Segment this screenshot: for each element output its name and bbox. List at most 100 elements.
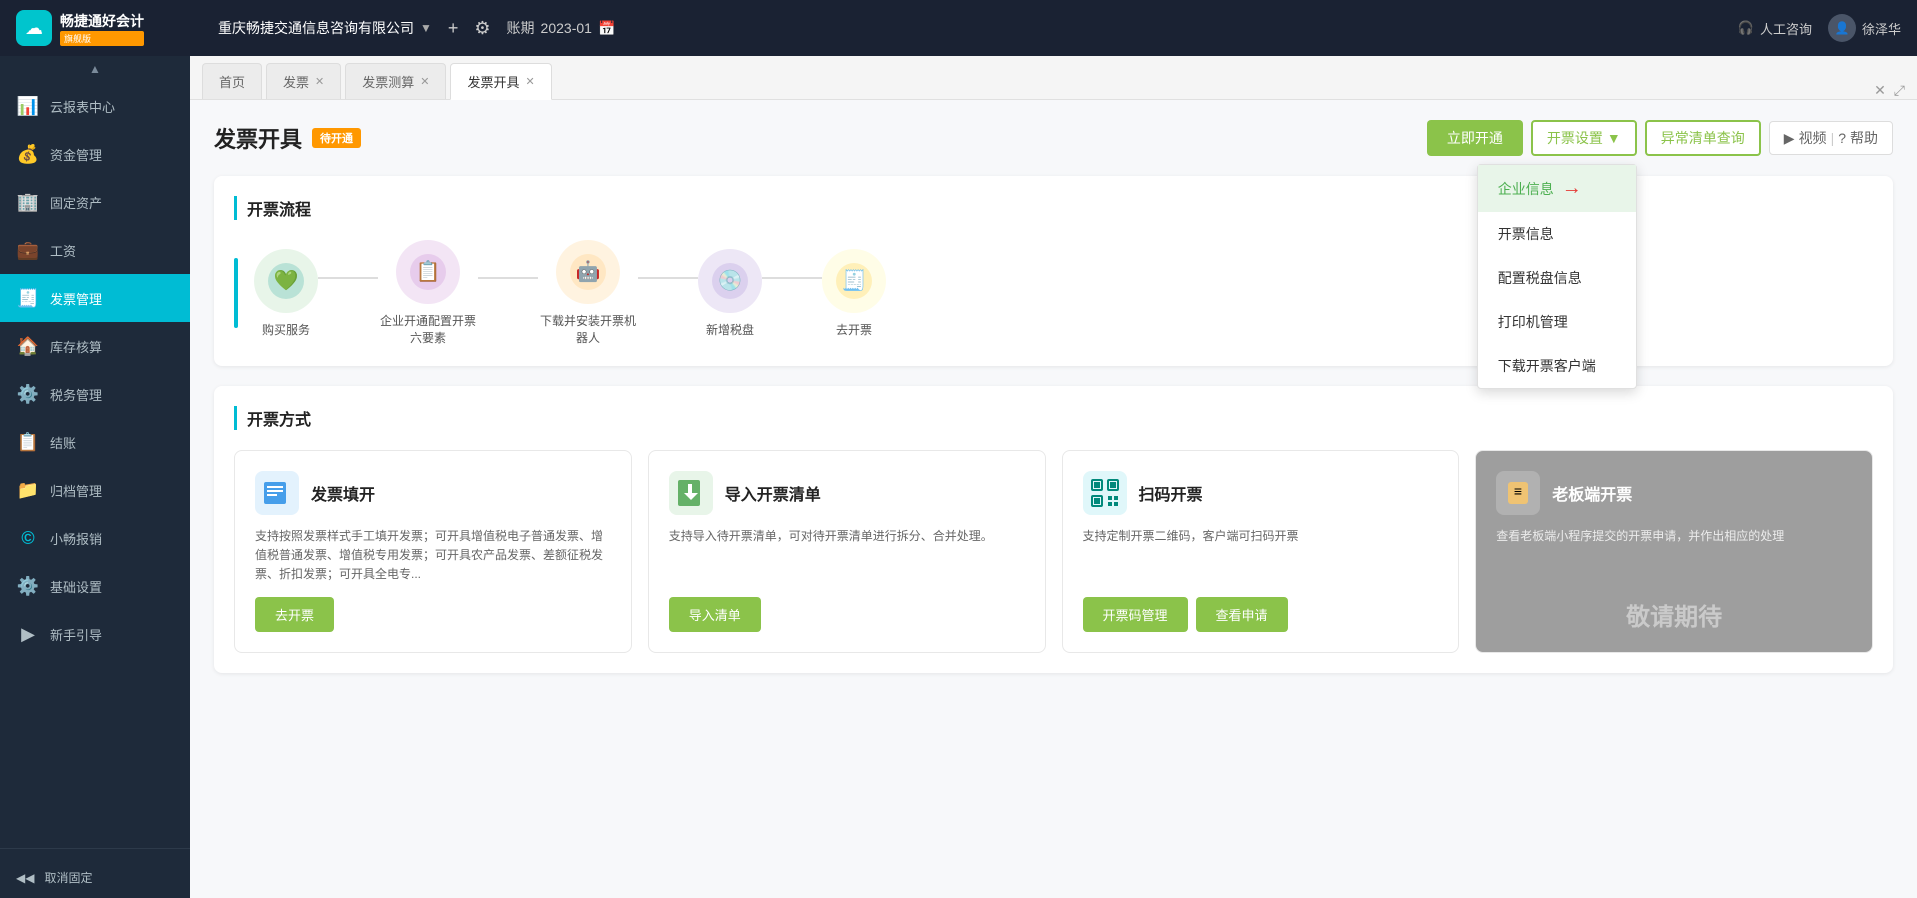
sidebar-label-xiaochang: 小畅报销: [50, 529, 102, 548]
sidebar-item-shuiwu[interactable]: ⚙️ 税务管理: [0, 370, 190, 418]
tab-fapiaocesuan[interactable]: 发票测算 ✕: [345, 63, 446, 99]
method1-name: 发票填开: [311, 481, 375, 505]
dropdown-item-dayinji[interactable]: 打印机管理: [1478, 300, 1636, 344]
sidebar-item-gongzi[interactable]: 💼 工资: [0, 226, 190, 274]
svg-text:📋: 📋: [416, 259, 441, 283]
customer-service[interactable]: 🎧 人工咨询: [1738, 19, 1812, 38]
dropdown-item-xiazai[interactable]: 下载开票客户端: [1478, 344, 1636, 388]
app-badge: 旗舰版: [60, 31, 144, 46]
sidebar-item-kuicun[interactable]: 🏠 库存核算: [0, 322, 190, 370]
sidebar-label-guidang: 归档管理: [50, 481, 102, 500]
xiaochang-icon: ©: [16, 526, 40, 550]
status-badge: 待开通: [312, 128, 361, 148]
tab-label-fapiaocesuan: 发票测算: [362, 72, 414, 91]
page-header: 发票开具 待开通 立即开通 开票设置 ▼: [214, 120, 1893, 156]
close-window-btn[interactable]: ✕: [1874, 82, 1886, 99]
settings-dropdown: 企业信息 → 开票信息 配置税盘信息 打印机管理: [1477, 164, 1637, 389]
logo-text-group: 畅捷通好会计 旗舰版: [60, 11, 144, 46]
sidebar-label-kuicun: 库存核算: [50, 337, 102, 356]
user-name: 徐泽华: [1862, 19, 1901, 38]
tab-close-fapiao[interactable]: ✕: [315, 75, 324, 88]
tab-fapiaokaiju[interactable]: 发票开具 ✕: [450, 63, 551, 100]
svg-text:🧾: 🧾: [842, 268, 867, 292]
flow-connector-3: [638, 277, 698, 279]
step2-icon: 📋: [396, 240, 460, 304]
page-title-text: 发票开具: [214, 122, 302, 154]
gongzi-icon: 💼: [16, 238, 40, 262]
method1-header: 发票填开: [255, 471, 611, 515]
sidebar-cancel-pin[interactable]: ◀◀ 取消固定: [0, 857, 190, 898]
svg-text:🤖: 🤖: [576, 259, 601, 283]
tab-label-home: 首页: [219, 72, 245, 91]
add-company-btn[interactable]: +: [448, 18, 459, 39]
method3-desc: 支持定制开票二维码，客户端可扫码开票: [1083, 527, 1439, 585]
tab-fapiao[interactable]: 发票 ✕: [266, 63, 341, 99]
flow-step-4: 💿 新增税盘: [698, 249, 762, 338]
sidebar-item-guidang[interactable]: 📁 归档管理: [0, 466, 190, 514]
method4-desc: 查看老板端小程序提交的开票申请，并作出相应的处理: [1496, 527, 1852, 632]
xinyinyin-icon: ▶: [16, 622, 40, 646]
dropdown-item-kaipiaoxinxi[interactable]: 开票信息: [1478, 212, 1636, 256]
method-card-saomakaipiia: 扫码开票 支持定制开票二维码，客户端可扫码开票 开票码管理 查看申请: [1062, 450, 1460, 653]
sidebar-label-shuiwu: 税务管理: [50, 385, 102, 404]
settings-btn-label: 开票设置: [1547, 128, 1603, 148]
sidebar-item-jichushezhi[interactable]: ⚙️ 基础设置: [0, 562, 190, 610]
main-area: ▲ 📊 云报表中心 💰 资金管理 🏢 固定资产 💼 工资 🧾 发票管理: [0, 56, 1917, 898]
flow-connector-1: [318, 277, 378, 279]
avatar: 👤: [1828, 14, 1856, 42]
separator: |: [1831, 130, 1835, 146]
method-card-tiankaikaipiao: 发票填开 支持按照发票样式手工填开发票；可开具增值税电子普通发票、增值税普通发票…: [234, 450, 632, 653]
maximize-window-btn[interactable]: ⤢: [1894, 82, 1905, 99]
method2-btn[interactable]: 导入清单: [669, 597, 761, 632]
guidang-icon: 📁: [16, 478, 40, 502]
step5-label: 去开票: [836, 321, 872, 338]
company-selector[interactable]: 重庆畅捷交通信息咨询有限公司 ▼: [218, 18, 432, 38]
method2-name: 导入开票清单: [725, 481, 821, 505]
svg-text:💚: 💚: [274, 269, 299, 292]
method1-btn[interactable]: 去开票: [255, 597, 334, 632]
sidebar-item-fapiaoquanli[interactable]: 🧾 发票管理: [0, 274, 190, 322]
tab-home[interactable]: 首页: [202, 63, 262, 99]
method-card-daorukaipiaqingdan: 导入开票清单 支持导入待开票清单，可对待开票清单进行拆分、合并处理。 导入清单: [648, 450, 1046, 653]
tab-close-fapiaokaiju[interactable]: ✕: [526, 75, 535, 88]
method3-btn1[interactable]: 开票码管理: [1083, 597, 1188, 632]
sidebar-item-xiaochang[interactable]: © 小畅报销: [0, 514, 190, 562]
sidebar-item-jiezhang[interactable]: 📋 结账: [0, 418, 190, 466]
method3-name: 扫码开票: [1139, 481, 1203, 505]
window-controls: ✕ ⤢: [1874, 82, 1905, 99]
step1-label: 购买服务: [262, 321, 310, 338]
flow-connector-4: [762, 277, 822, 279]
flow-section: 开票流程 💚 购买服务: [214, 176, 1893, 366]
header-actions: 立即开通 开票设置 ▼ 企业信息 →: [1427, 120, 1893, 156]
jiezhang-icon: 📋: [16, 430, 40, 454]
sidebar-scroll-up[interactable]: ▲: [0, 56, 190, 82]
sidebar-item-yunbao[interactable]: 📊 云报表中心: [0, 82, 190, 130]
video-button[interactable]: ▶ 视频 | ? 帮助: [1769, 121, 1893, 155]
dropdown-item-qiyexinxi[interactable]: 企业信息 →: [1478, 165, 1636, 212]
sidebar-item-zijin[interactable]: 💰 资金管理: [0, 130, 190, 178]
zijin-icon: 💰: [16, 142, 40, 166]
settings-button[interactable]: 开票设置 ▼: [1531, 120, 1637, 156]
activate-button[interactable]: 立即开通: [1427, 120, 1523, 156]
sidebar-item-xinyinyin[interactable]: ▶ 新手引导: [0, 610, 190, 658]
dropdown-item-peizhi[interactable]: 配置税盘信息: [1478, 256, 1636, 300]
method3-btns: 开票码管理 查看申请: [1083, 597, 1439, 632]
sidebar-bottom: ◀◀ 取消固定: [0, 848, 190, 898]
method1-desc: 支持按照发票样式手工填开发票；可开具增值税电子普通发票、增值税普通发票、增值税专…: [255, 527, 611, 585]
settings-gear-icon[interactable]: ⚙: [474, 18, 490, 39]
period-calendar-icon: 📅: [598, 20, 615, 37]
step3-label: 下载并安装开票机器人: [538, 312, 638, 346]
flow-step-5: 🧾 去开票: [822, 249, 886, 338]
method3-btn2[interactable]: 查看申请: [1196, 597, 1288, 632]
step3-icon: 🤖: [556, 240, 620, 304]
abnormal-list-button[interactable]: 异常清单查询: [1645, 120, 1761, 156]
sidebar-item-gudingzichan[interactable]: 🏢 固定资产: [0, 178, 190, 226]
pin-icon: ◀◀: [16, 871, 34, 885]
tab-close-fapiaocesuan[interactable]: ✕: [420, 75, 429, 88]
user-info[interactable]: 👤 徐泽华: [1828, 14, 1901, 42]
sidebar-label-yunbao: 云报表中心: [50, 97, 115, 116]
method4-icon: ≡: [1496, 471, 1540, 515]
step-border-line: [234, 258, 238, 328]
sidebar-label-zijin: 资金管理: [50, 145, 102, 164]
fapiaoquanli-icon: 🧾: [16, 286, 40, 310]
